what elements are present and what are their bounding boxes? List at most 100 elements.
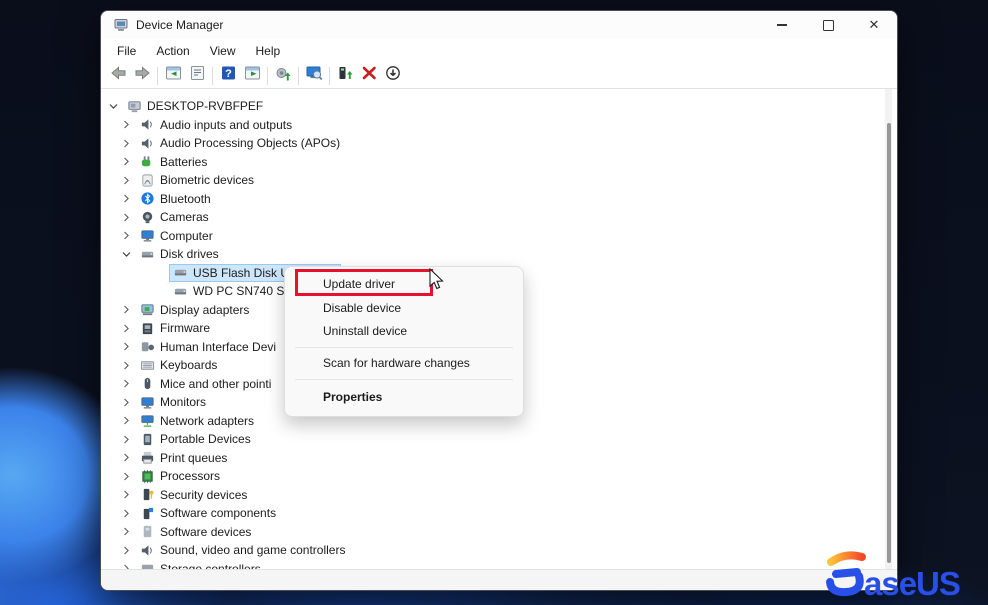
chevron-right-icon[interactable] xyxy=(120,304,132,316)
menu-help[interactable]: Help xyxy=(246,41,291,61)
device-item[interactable]: Software devices xyxy=(136,523,255,541)
context-menu-item-update-driver[interactable]: Update driver xyxy=(285,271,523,297)
tree-row[interactable]: Batteries xyxy=(101,153,897,172)
device-item[interactable]: Processors xyxy=(136,467,224,485)
tree-row[interactable]: Storage controllers xyxy=(101,560,897,569)
chevron-right-icon[interactable] xyxy=(120,489,132,501)
device-item-label: Disk drives xyxy=(160,247,219,262)
show-console-tree-button[interactable] xyxy=(161,65,185,87)
context-menu-item-scan-for-hardware-changes[interactable]: Scan for hardware changes xyxy=(285,352,523,375)
vertical-scrollbar[interactable] xyxy=(885,89,892,569)
chevron-down-icon[interactable] xyxy=(120,248,132,260)
tree-row[interactable]: Software devices xyxy=(101,523,897,542)
device-item[interactable]: Audio inputs and outputs xyxy=(136,116,296,134)
device-item[interactable]: Portable Devices xyxy=(136,430,255,448)
chevron-right-icon[interactable] xyxy=(120,119,132,131)
device-item[interactable]: Audio Processing Objects (APOs) xyxy=(136,134,344,152)
device-item[interactable]: Biometric devices xyxy=(136,171,258,189)
device-item[interactable]: DESKTOP-RVBFPEF xyxy=(123,97,267,115)
device-item[interactable]: Mice and other pointi xyxy=(136,375,275,393)
menu-file[interactable]: File xyxy=(107,41,146,61)
easeus-logo-text: aseUS xyxy=(864,565,961,602)
tree-row[interactable]: DESKTOP-RVBFPEF xyxy=(101,97,897,116)
device-item[interactable]: Bluetooth xyxy=(136,190,215,208)
help-button[interactable]: ? xyxy=(216,65,240,87)
minimize-button[interactable] xyxy=(759,11,805,39)
device-item[interactable]: Disk drives xyxy=(136,245,223,263)
device-item[interactable]: Storage controllers xyxy=(136,560,265,569)
properties-button[interactable] xyxy=(185,65,209,87)
tree-row[interactable]: Bluetooth xyxy=(101,190,897,209)
chevron-right-icon[interactable] xyxy=(120,452,132,464)
tree-row[interactable]: Processors xyxy=(101,467,897,486)
tree-row[interactable]: Print queues xyxy=(101,449,897,468)
device-item-label: Computer xyxy=(160,228,213,243)
device-item[interactable]: Software components xyxy=(136,504,280,522)
device-item[interactable]: Human Interface Devi xyxy=(136,338,280,356)
chevron-right-icon[interactable] xyxy=(120,526,132,538)
device-item[interactable]: Security devices xyxy=(136,486,251,504)
scrollbar-thumb[interactable] xyxy=(886,123,891,563)
context-menu-item-uninstall-device[interactable]: Uninstall device xyxy=(285,320,523,343)
chevron-right-icon[interactable] xyxy=(120,193,132,205)
device-item[interactable]: Display adapters xyxy=(136,301,253,319)
show-action-pane-button[interactable] xyxy=(240,65,264,87)
camera-icon xyxy=(140,210,155,225)
scan-hardware-changes-button[interactable] xyxy=(302,65,326,87)
forward-button[interactable] xyxy=(130,65,154,87)
device-item-label: Human Interface Devi xyxy=(160,339,277,354)
tree-row[interactable]: Audio Processing Objects (APOs) xyxy=(101,134,897,153)
context-menu-item-disable-device[interactable]: Disable device xyxy=(285,297,523,320)
tree-row[interactable]: Audio inputs and outputs xyxy=(101,116,897,135)
chevron-down-icon[interactable] xyxy=(107,100,119,112)
device-item[interactable]: Monitors xyxy=(136,393,210,411)
chevron-right-icon[interactable] xyxy=(120,359,132,371)
device-item[interactable]: Cameras xyxy=(136,208,213,226)
device-update-button[interactable] xyxy=(333,65,357,87)
tree-row[interactable]: Disk drives xyxy=(101,245,897,264)
device-item[interactable]: Print queues xyxy=(136,449,231,467)
chevron-right-icon[interactable] xyxy=(120,211,132,223)
chevron-right-icon[interactable] xyxy=(120,563,132,569)
tree-row[interactable]: Sound, video and game controllers xyxy=(101,541,897,560)
tree-row[interactable]: Cameras xyxy=(101,208,897,227)
chevron-right-icon[interactable] xyxy=(120,230,132,242)
tree-row[interactable]: Computer xyxy=(101,227,897,246)
tree-row[interactable]: Biometric devices xyxy=(101,171,897,190)
device-item[interactable]: Sound, video and game controllers xyxy=(136,541,349,559)
chevron-right-icon[interactable] xyxy=(120,507,132,519)
maximize-button[interactable] xyxy=(805,11,851,39)
device-item[interactable]: Computer xyxy=(136,227,217,245)
easeus-logo-icon xyxy=(820,549,868,602)
mouse-icon xyxy=(140,376,155,391)
disable-device-button[interactable] xyxy=(381,65,405,87)
update-driver-button[interactable] xyxy=(271,65,295,87)
chevron-right-icon[interactable] xyxy=(120,174,132,186)
tree-row[interactable]: Software components xyxy=(101,504,897,523)
chevron-right-icon[interactable] xyxy=(120,470,132,482)
chevron-right-icon[interactable] xyxy=(120,322,132,334)
chevron-right-icon[interactable] xyxy=(120,341,132,353)
chevron-right-icon[interactable] xyxy=(120,137,132,149)
title-bar[interactable]: Device Manager ✕ xyxy=(101,11,897,39)
chevron-right-icon[interactable] xyxy=(120,378,132,390)
menu-action[interactable]: Action xyxy=(146,41,199,61)
close-button[interactable]: ✕ xyxy=(851,11,897,39)
device-item[interactable]: Network adapters xyxy=(136,412,258,430)
device-item[interactable]: Firmware xyxy=(136,319,214,337)
toolbar: ? xyxy=(101,63,897,89)
back-button[interactable] xyxy=(106,65,130,87)
tree-row[interactable]: Security devices xyxy=(101,486,897,505)
uninstall-device-button[interactable] xyxy=(357,65,381,87)
device-item[interactable]: Batteries xyxy=(136,153,211,171)
chevron-right-icon[interactable] xyxy=(120,156,132,168)
chevron-right-icon[interactable] xyxy=(120,415,132,427)
tree-row[interactable]: Portable Devices xyxy=(101,430,897,449)
device-item[interactable]: Keyboards xyxy=(136,356,221,374)
menu-view[interactable]: View xyxy=(200,41,246,61)
chevron-right-icon[interactable] xyxy=(120,433,132,445)
chevron-right-icon[interactable] xyxy=(120,544,132,556)
chevron-right-icon[interactable] xyxy=(120,396,132,408)
context-menu-item-properties[interactable]: Properties xyxy=(285,384,523,410)
